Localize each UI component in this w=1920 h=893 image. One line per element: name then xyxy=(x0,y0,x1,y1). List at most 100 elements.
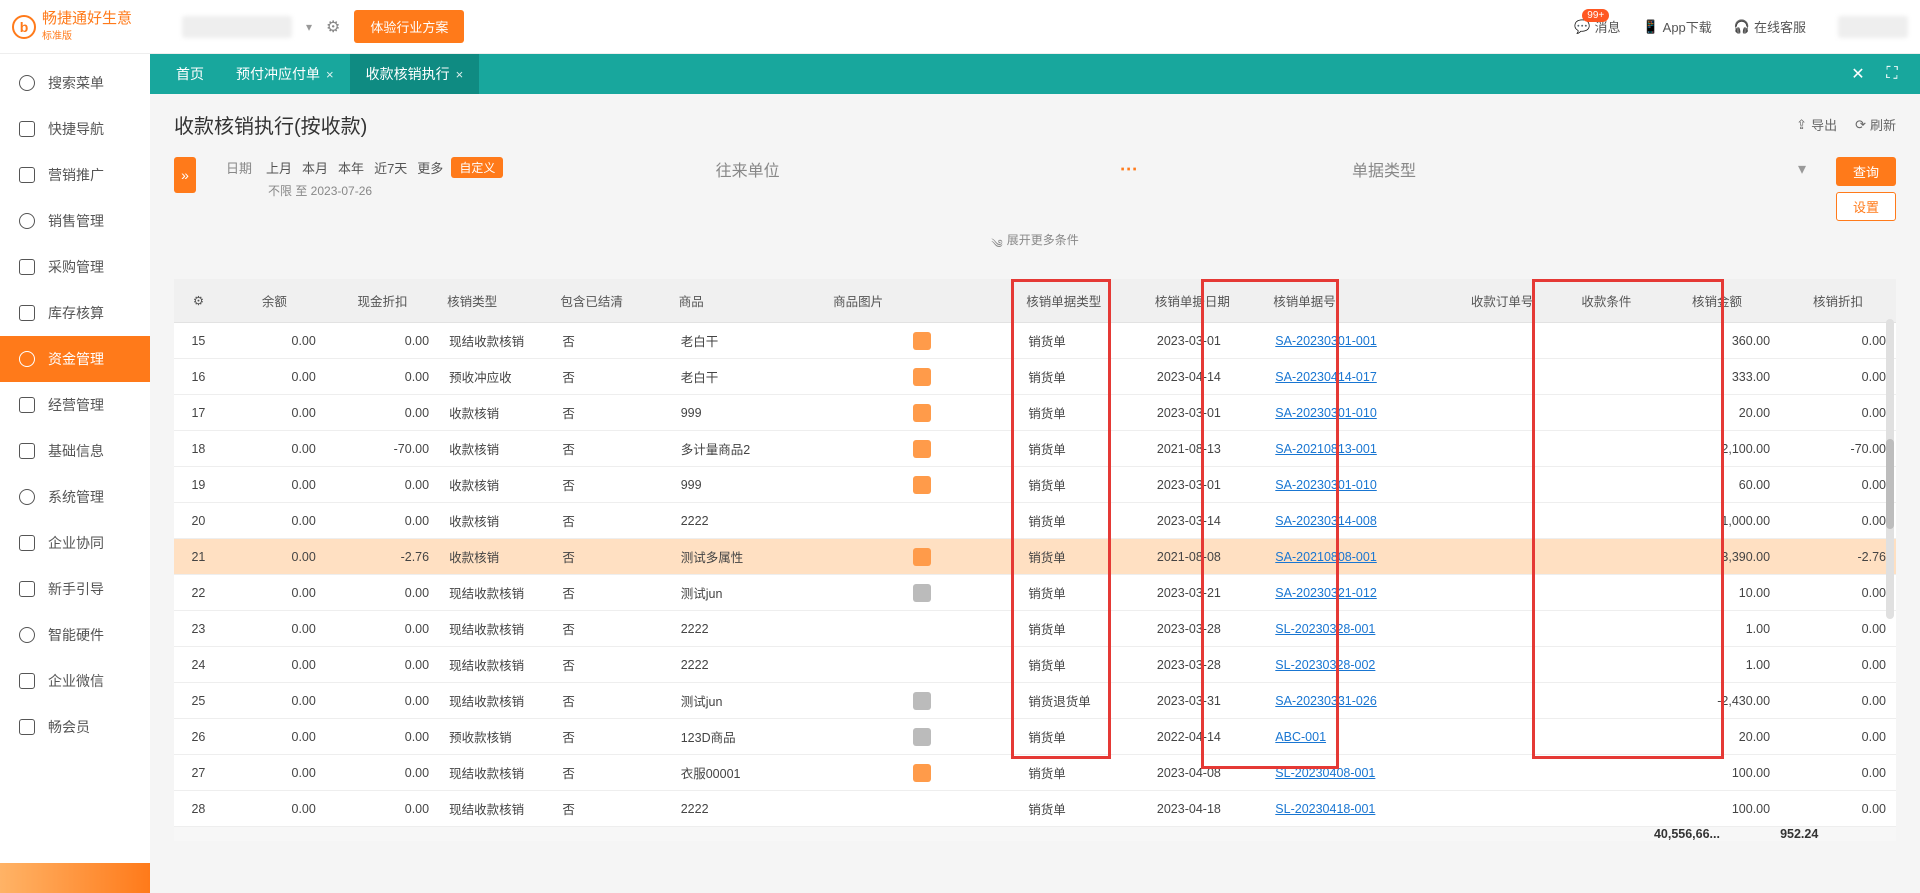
cell-pay-cond xyxy=(1559,503,1654,539)
query-button[interactable]: 查询 xyxy=(1836,157,1896,186)
table-row[interactable]: 170.000.00收款核销否999销货单2023-03-01SA-202303… xyxy=(174,395,1896,431)
sidebar-item-vip[interactable]: 畅会员 xyxy=(0,704,150,750)
col-header[interactable]: 收款订单号 xyxy=(1445,279,1558,323)
cell-doc-no[interactable]: SL-20230418-001 xyxy=(1265,791,1445,827)
close-icon[interactable]: × xyxy=(326,67,334,82)
export-button[interactable]: ⇪导出 xyxy=(1796,115,1837,134)
close-all-tabs-icon[interactable]: ✕ xyxy=(1846,62,1870,86)
org-selector[interactable] xyxy=(182,16,292,38)
cell-doc-no[interactable]: SA-20230301-010 xyxy=(1265,395,1445,431)
cell-doc-no[interactable]: SA-20230331-026 xyxy=(1265,683,1445,719)
cell-include-settled: 否 xyxy=(552,323,670,359)
close-icon[interactable]: × xyxy=(456,67,464,82)
col-header[interactable]: 商品图片 xyxy=(825,279,1018,323)
sidebar-item-cart[interactable]: 采购管理 xyxy=(0,244,150,290)
col-header[interactable]: 核销单据号 xyxy=(1265,279,1445,323)
cell-balance: 0.00 xyxy=(223,323,326,359)
table-row[interactable]: 190.000.00收款核销否999销货单2023-03-01SA-202303… xyxy=(174,467,1896,503)
sidebar-item-search[interactable]: 搜索菜单 xyxy=(0,60,150,106)
cell-product: 测试jun xyxy=(671,683,825,719)
tab-预付冲应付单[interactable]: 预付冲应付单× xyxy=(220,54,350,94)
fullscreen-icon[interactable]: ⛶ xyxy=(1880,62,1904,86)
sidebar-item-layers[interactable]: 基础信息 xyxy=(0,428,150,474)
cell-writeoff-amount: 20.00 xyxy=(1654,395,1780,431)
product-thumb-icon xyxy=(913,692,931,710)
sidebar-item-box[interactable]: 库存核算 xyxy=(0,290,150,336)
user-avatar[interactable] xyxy=(1838,16,1908,38)
tab-收款核销执行[interactable]: 收款核销执行× xyxy=(350,54,480,94)
table-row[interactable]: 260.000.00预收款核销否123D商品销货单2022-04-14ABC-0… xyxy=(174,719,1896,755)
sidebar-item-wechat[interactable]: 企业微信 xyxy=(0,658,150,704)
partner-unit-input[interactable] xyxy=(790,161,1120,177)
col-header[interactable]: 包含已结清 xyxy=(552,279,670,323)
quick-date-更多[interactable]: 更多 xyxy=(417,158,443,177)
table-row[interactable]: 160.000.00预收冲应收否老白干销货单2023-04-14SA-20230… xyxy=(174,359,1896,395)
gear-icon[interactable]: ⚙ xyxy=(326,17,340,37)
cell-doc-no[interactable]: SA-20230301-001 xyxy=(1265,323,1445,359)
sidebar-item-book[interactable]: 新手引导 xyxy=(0,566,150,612)
cell-doc-no[interactable]: SA-20230321-012 xyxy=(1265,575,1445,611)
cell-doc-no[interactable]: SA-20230301-010 xyxy=(1265,467,1445,503)
collapse-filter-handle[interactable]: » xyxy=(174,157,196,193)
table-row[interactable]: 280.000.00现结收款核销否2222销货单2023-04-18SL-202… xyxy=(174,791,1896,827)
cell-doc-no[interactable]: SA-20230314-008 xyxy=(1265,503,1445,539)
expand-more-filters[interactable]: ༄ 展开更多条件 xyxy=(174,221,1896,279)
table-row[interactable]: 200.000.00收款核销否2222销货单2023-03-14SA-20230… xyxy=(174,503,1896,539)
col-header[interactable]: 余额 xyxy=(223,279,326,323)
col-header[interactable]: 现金折扣 xyxy=(326,279,439,323)
sidebar-item-coin[interactable]: 资金管理 xyxy=(0,336,150,382)
cell-doc-no[interactable]: ABC-001 xyxy=(1265,719,1445,755)
cell-balance: 0.00 xyxy=(223,755,326,791)
table-row[interactable]: 250.000.00现结收款核销否测试jun销货退货单2023-03-31SA-… xyxy=(174,683,1896,719)
date-custom-tag[interactable]: 自定义 xyxy=(451,157,503,178)
col-header[interactable]: 核销金额 xyxy=(1654,279,1780,323)
sidebar-bottom-banner[interactable] xyxy=(0,863,150,893)
cell-doc-no[interactable]: SL-20230328-002 xyxy=(1265,647,1445,683)
col-header[interactable]: 核销折扣 xyxy=(1780,279,1896,323)
col-header[interactable]: 收款条件 xyxy=(1559,279,1654,323)
table-row[interactable]: 230.000.00现结收款核销否2222销货单2023-03-28SL-202… xyxy=(174,611,1896,647)
settings-button[interactable]: 设置 xyxy=(1836,192,1896,221)
sidebar-item-team[interactable]: 企业协同 xyxy=(0,520,150,566)
app-download-button[interactable]: 📱 App下载 xyxy=(1642,17,1711,36)
tab-首页[interactable]: 首页 xyxy=(160,54,220,94)
table-row[interactable]: 240.000.00现结收款核销否2222销货单2023-03-28SL-202… xyxy=(174,647,1896,683)
table-row[interactable]: 270.000.00现结收款核销否衣服00001销货单2023-04-08SL-… xyxy=(174,755,1896,791)
chevron-down-icon[interactable]: ▾ xyxy=(1798,159,1806,179)
col-header[interactable]: 核销单据类型 xyxy=(1018,279,1147,323)
doc-type-select[interactable] xyxy=(1428,162,1788,177)
cell-doc-no[interactable]: SL-20230328-001 xyxy=(1265,611,1445,647)
table-row[interactable]: 220.000.00现结收款核销否测试jun销货单2023-03-21SA-20… xyxy=(174,575,1896,611)
col-header[interactable]: 商品 xyxy=(671,279,825,323)
col-header[interactable]: 核销单据日期 xyxy=(1147,279,1265,323)
scrollbar-thumb[interactable] xyxy=(1886,439,1894,529)
cell-doc-no[interactable]: SA-20230414-017 xyxy=(1265,359,1445,395)
sidebar-item-doc[interactable]: 经营管理 xyxy=(0,382,150,428)
quick-date-上月[interactable]: 上月 xyxy=(266,158,292,177)
experience-industry-button[interactable]: 体验行业方案 xyxy=(354,10,464,43)
table-row[interactable]: 180.00-70.00收款核销否多计量商品2销货单2021-08-13SA-2… xyxy=(174,431,1896,467)
col-header[interactable]: 核销类型 xyxy=(439,279,552,323)
cell-pay-cond xyxy=(1559,431,1654,467)
partner-unit-picker-icon[interactable]: ⋯ xyxy=(1120,159,1140,180)
chevron-down-icon[interactable]: ▾ xyxy=(306,20,312,34)
table-row[interactable]: 210.00-2.76收款核销否测试多属性销货单2021-08-08SA-202… xyxy=(174,539,1896,575)
row-index: 22 xyxy=(174,575,223,611)
sidebar-item-tag[interactable]: 销售管理 xyxy=(0,198,150,244)
quick-date-本月[interactable]: 本月 xyxy=(302,158,328,177)
online-service-button[interactable]: 🎧 在线客服 xyxy=(1734,17,1806,36)
cell-doc-no[interactable]: SL-20230408-001 xyxy=(1265,755,1445,791)
sidebar-item-chip[interactable]: 智能硬件 xyxy=(0,612,150,658)
table-row[interactable]: 150.000.00现结收款核销否老白干销货单2023-03-01SA-2023… xyxy=(174,323,1896,359)
cell-doc-no[interactable]: SA-20210808-001 xyxy=(1265,539,1445,575)
sidebar-item-gear[interactable]: 系统管理 xyxy=(0,474,150,520)
refresh-button[interactable]: ⟳刷新 xyxy=(1855,115,1896,134)
messages-button[interactable]: 💬 99+ 消息 xyxy=(1574,17,1620,36)
quick-date-近7天[interactable]: 近7天 xyxy=(374,158,407,177)
sidebar-item-home[interactable]: 快捷导航 xyxy=(0,106,150,152)
column-settings-gear[interactable]: ⚙ xyxy=(174,279,223,323)
cell-doc-no[interactable]: SA-20210813-001 xyxy=(1265,431,1445,467)
sidebar-item-gift[interactable]: 营销推广 xyxy=(0,152,150,198)
quick-date-本年[interactable]: 本年 xyxy=(338,158,364,177)
vertical-scrollbar[interactable] xyxy=(1886,319,1894,619)
